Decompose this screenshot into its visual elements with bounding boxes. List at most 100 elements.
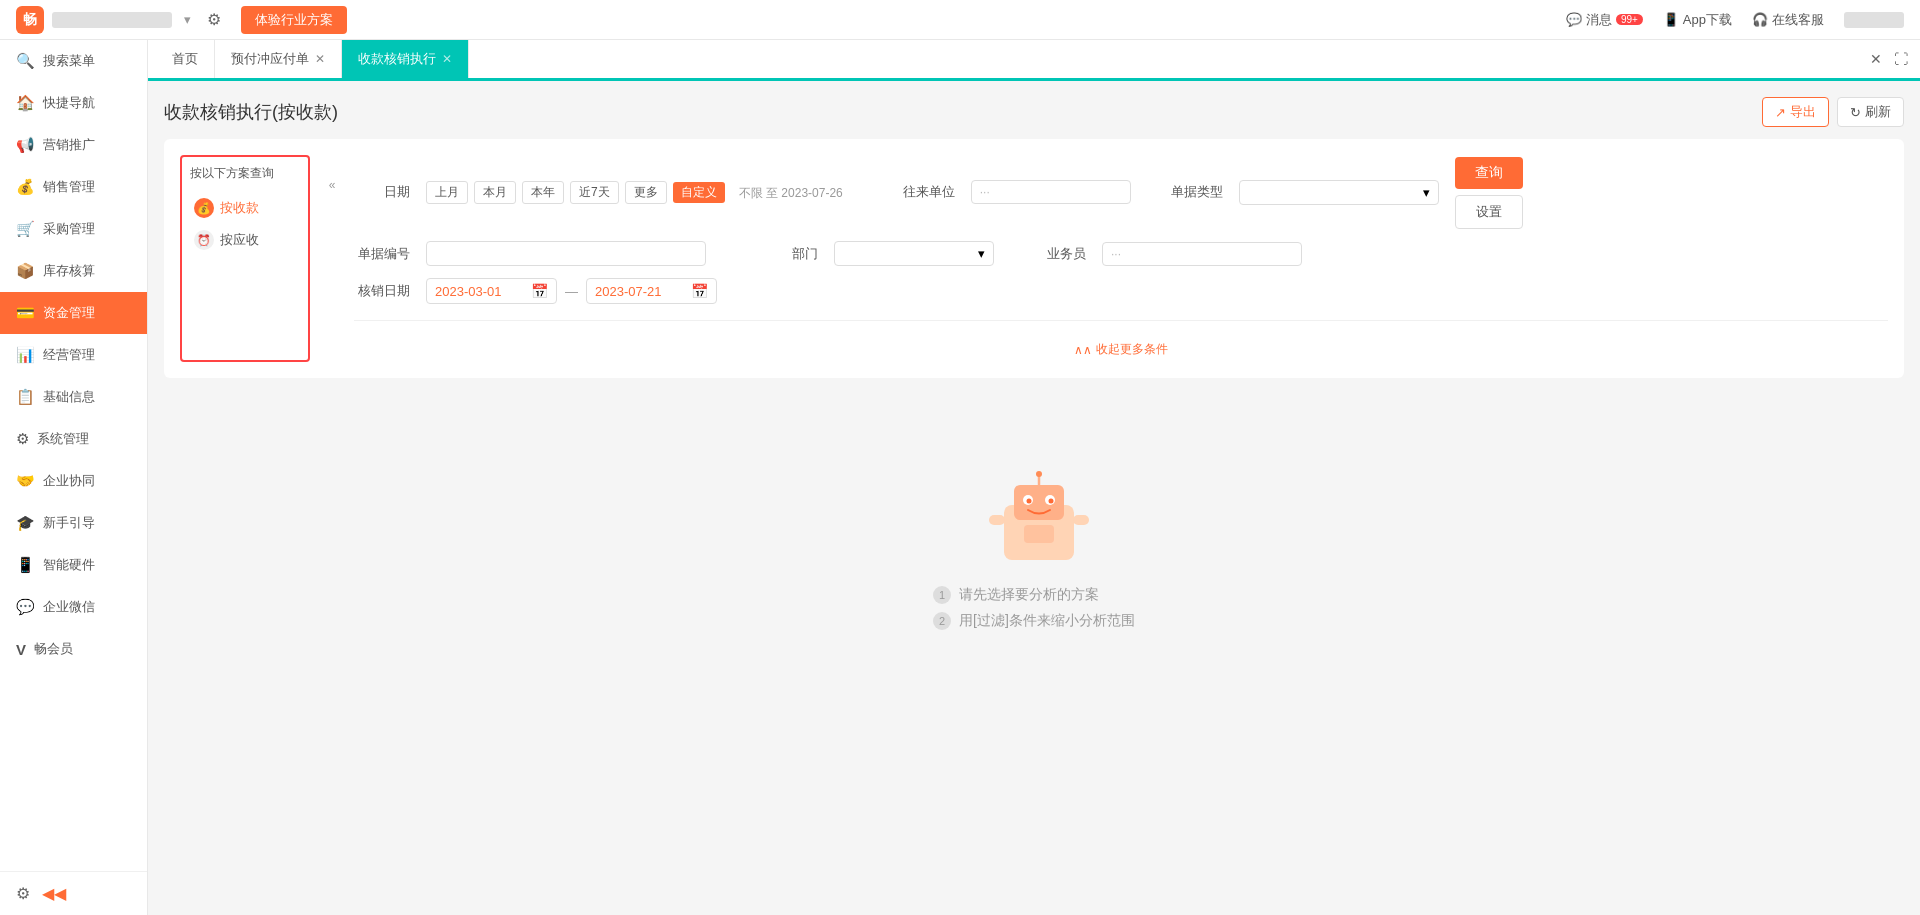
writeoff-date-start-input[interactable] — [435, 284, 525, 299]
filter-scheme-sidebar: 按以下方案查询 💰 按收款 ⏰ 按应收 — [180, 155, 310, 362]
tab-close-btn[interactable]: ✕ — [1866, 47, 1886, 71]
department-label: 部门 — [762, 245, 818, 263]
empty-hint-2: 2 用[过滤]条件来缩小分析范围 — [933, 612, 1135, 630]
tab-home[interactable]: 首页 — [156, 40, 215, 78]
sidebar-item-wechat[interactable]: 💬 企业微信 — [0, 586, 147, 628]
sidebar-item-finance[interactable]: 💳 资金管理 — [0, 292, 147, 334]
app-download-label: App下载 — [1683, 11, 1732, 29]
refresh-icon: ↻ — [1850, 105, 1861, 120]
bill-type-select[interactable]: ▾ — [1239, 180, 1439, 205]
sidebar-collapse-btn[interactable]: ◀◀ — [42, 884, 66, 903]
sidebar-item-sales[interactable]: 💰 销售管理 — [0, 166, 147, 208]
counterpart-select[interactable]: ··· — [971, 180, 1131, 204]
date-btn-7days[interactable]: 近7天 — [570, 181, 619, 204]
message-btn[interactable]: 💬 消息 99+ — [1566, 11, 1643, 29]
date-group: 上月 本月 本年 近7天 更多 自定义 不限 至 2023-07-26 — [426, 181, 843, 204]
sidebar-item-member[interactable]: V 畅会员 — [0, 628, 147, 670]
sidebar-item-search-menu[interactable]: 🔍 搜索菜单 — [0, 40, 147, 82]
writeoff-date-end-box: 📅 — [586, 278, 717, 304]
date-end-calendar-icon[interactable]: 📅 — [691, 283, 708, 299]
hint-1-text: 请先选择要分析的方案 — [959, 586, 1099, 604]
salesperson-label: 业务员 — [1030, 245, 1086, 263]
collapse-more-label: 收起更多条件 — [1096, 341, 1168, 358]
collapse-more-btn[interactable]: ∧∧ 收起更多条件 — [354, 337, 1888, 362]
sidebar-item-operation[interactable]: 📊 经营管理 — [0, 334, 147, 376]
receivable-option-icon: ⏰ — [194, 230, 214, 250]
page-title: 收款核销执行(按收款) — [164, 100, 338, 124]
settings-icon[interactable]: ⚙ — [207, 10, 221, 29]
top-bar: 畅 ▾ ⚙ 体验行业方案 💬 消息 99+ 📱 App下载 🎧 在线客服 — [0, 0, 1920, 40]
sidebar-item-system[interactable]: ⚙ 系统管理 — [0, 418, 147, 460]
tab-prepay-close-icon[interactable]: ✕ — [315, 52, 325, 66]
filter-option-receipt-label: 按收款 — [220, 199, 259, 217]
date-custom-tag[interactable]: 自定义 — [673, 182, 725, 203]
sidebar-item-basic-info[interactable]: 📋 基础信息 — [0, 376, 147, 418]
filter-row-1: 日期 上月 本月 本年 近7天 更多 自定义 不限 至 2023-07-26 — [354, 155, 1888, 229]
tab-prepay[interactable]: 预付冲应付单 ✕ — [215, 40, 342, 78]
bill-type-chevron-icon: ▾ — [1423, 185, 1430, 200]
sidebar-item-smart-hw[interactable]: 📱 智能硬件 — [0, 544, 147, 586]
page-header: 收款核销执行(按收款) ↗ 导出 ↻ 刷新 — [164, 97, 1904, 127]
sidebar-item-label: 基础信息 — [43, 388, 95, 406]
salesperson-select[interactable]: ··· — [1102, 242, 1302, 266]
settings-btn[interactable]: 设置 — [1455, 195, 1523, 229]
sidebar-item-label: 畅会员 — [34, 640, 73, 658]
message-label: 消息 — [1586, 11, 1612, 29]
tab-receipt-writeoff[interactable]: 收款核销执行 ✕ — [342, 40, 469, 78]
export-btn[interactable]: ↗ 导出 — [1762, 97, 1829, 127]
sidebar-bottom: ⚙ ◀◀ — [0, 871, 147, 915]
query-btn[interactable]: 查询 — [1455, 157, 1523, 189]
salesperson-more-icon: ··· — [1111, 247, 1121, 261]
wechat-icon: 💬 — [16, 598, 35, 616]
tab-expand-btn[interactable]: ⛶ — [1890, 47, 1912, 71]
sidebar-item-label: 企业微信 — [43, 598, 95, 616]
svg-point-4 — [1027, 499, 1032, 504]
content-area: 首页 预付冲应付单 ✕ 收款核销执行 ✕ ✕ ⛶ 收款核销执行(按收款) — [148, 40, 1920, 915]
tab-receipt-writeoff-close-icon[interactable]: ✕ — [442, 52, 452, 66]
department-select[interactable]: ▾ — [834, 241, 994, 266]
sidebar-item-label: 资金管理 — [43, 304, 95, 322]
tab-prepay-label: 预付冲应付单 — [231, 50, 309, 68]
industry-btn[interactable]: 体验行业方案 — [241, 6, 347, 34]
inventory-icon: 📦 — [16, 262, 35, 280]
chevron-down-icon[interactable]: ▾ — [184, 12, 191, 27]
bill-type-label: 单据类型 — [1167, 183, 1223, 201]
filter-collapse-arrow[interactable]: « — [322, 155, 342, 215]
sidebar-item-enterprise-collab[interactable]: 🤝 企业协同 — [0, 460, 147, 502]
sidebar-settings-icon[interactable]: ⚙ — [16, 884, 30, 903]
date-btn-this-year[interactable]: 本年 — [522, 181, 564, 204]
headset-icon: 🎧 — [1752, 12, 1768, 27]
date-separator: — — [565, 284, 578, 299]
tab-home-label: 首页 — [172, 50, 198, 68]
sidebar-item-label: 库存核算 — [43, 262, 95, 280]
sidebar-item-purchase[interactable]: 🛒 采购管理 — [0, 208, 147, 250]
writeoff-date-end-input[interactable] — [595, 284, 685, 299]
date-btn-last-month[interactable]: 上月 — [426, 181, 468, 204]
filter-option-receivable-label: 按应收 — [220, 231, 259, 249]
refresh-btn[interactable]: ↻ 刷新 — [1837, 97, 1904, 127]
user-info-blurred — [1844, 12, 1904, 28]
sidebar-item-label: 营销推广 — [43, 136, 95, 154]
date-label: 日期 — [354, 183, 410, 201]
top-bar-right: 💬 消息 99+ 📱 App下载 🎧 在线客服 — [1566, 11, 1904, 29]
member-icon: V — [16, 641, 26, 658]
bill-number-input[interactable] — [435, 246, 697, 261]
app-download-btn[interactable]: 📱 App下载 — [1663, 11, 1732, 29]
sidebar-item-quick-nav[interactable]: 🏠 快捷导航 — [0, 82, 147, 124]
sidebar-item-guide[interactable]: 🎓 新手引导 — [0, 502, 147, 544]
tab-receipt-writeoff-label: 收款核销执行 — [358, 50, 436, 68]
writeoff-date-start-box: 📅 — [426, 278, 557, 304]
date-btn-this-month[interactable]: 本月 — [474, 181, 516, 204]
filter-main: 日期 上月 本月 本年 近7天 更多 自定义 不限 至 2023-07-26 — [354, 155, 1888, 362]
sidebar-item-label: 搜索菜单 — [43, 52, 95, 70]
filter-option-by-receipt[interactable]: 💰 按收款 — [190, 192, 300, 224]
sidebar-item-inventory[interactable]: 📦 库存核算 — [0, 250, 147, 292]
date-btn-more[interactable]: 更多 — [625, 181, 667, 204]
online-service-btn[interactable]: 🎧 在线客服 — [1752, 11, 1824, 29]
hint-2-number: 2 — [933, 612, 951, 630]
date-start-calendar-icon[interactable]: 📅 — [531, 283, 548, 299]
app-logo: 畅 — [16, 6, 44, 34]
sidebar-item-marketing[interactable]: 📢 营销推广 — [0, 124, 147, 166]
bill-number-label: 单据编号 — [354, 245, 410, 263]
filter-option-by-receivable[interactable]: ⏰ 按应收 — [190, 224, 300, 256]
